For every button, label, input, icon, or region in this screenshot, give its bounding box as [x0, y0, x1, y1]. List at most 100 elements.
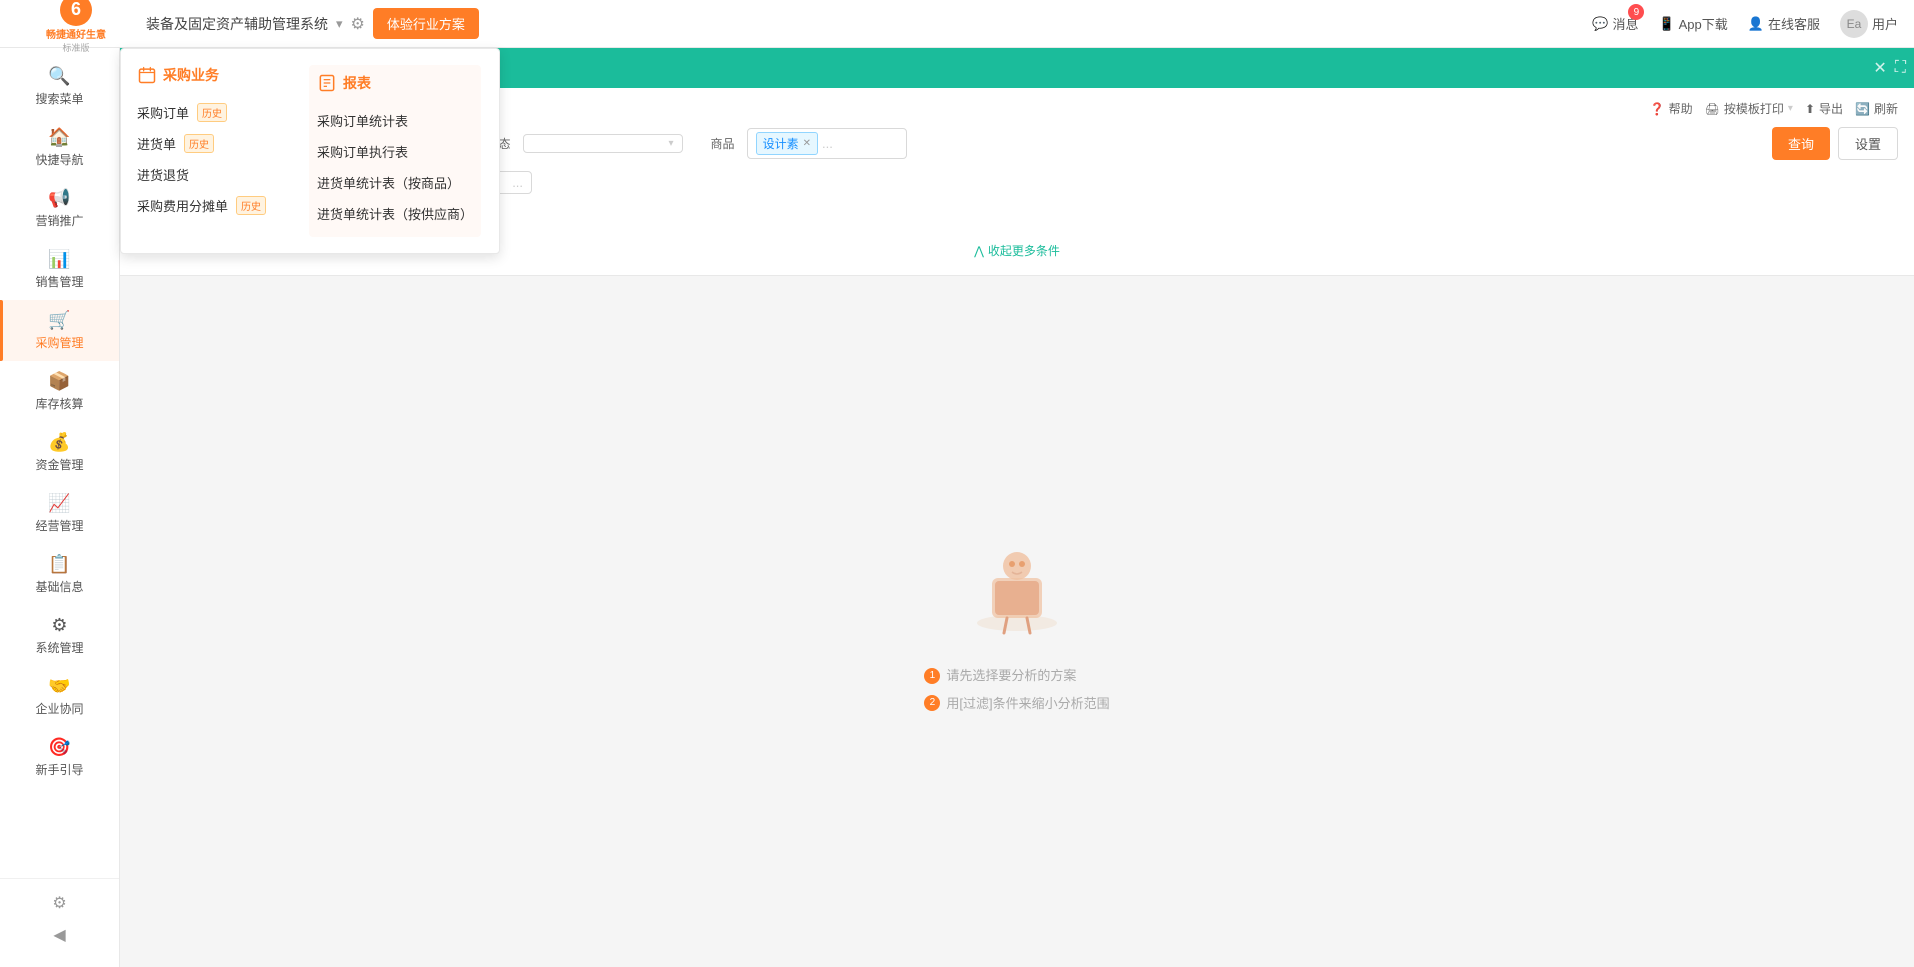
top-header: 6 畅捷通好生意 标准版 装备及固定资产辅助管理系统 ▾ ⚙ 体验行业方案 💬 …	[0, 0, 1914, 48]
print-dropdown-icon: ▾	[1788, 103, 1793, 114]
finance-icon: 💰	[48, 432, 70, 453]
system-dropdown-arrow[interactable]: ▾	[336, 16, 343, 32]
sales-icon: 📊	[48, 249, 70, 270]
doc-status-arrow: ▾	[669, 138, 674, 149]
sidebar-bottom: ⚙ ◀	[0, 878, 119, 959]
sidebar-item-purchase[interactable]: 🛒 采购管理	[0, 300, 119, 361]
message-icon: 💬	[1592, 16, 1608, 32]
logo-icon: 6	[60, 0, 92, 26]
purchase-section-title: 采购业务	[137, 65, 277, 85]
print-btn[interactable]: 🖨 按模板打印 ▾	[1705, 100, 1793, 117]
collapse-btn[interactable]: ⋀ 收起更多条件	[974, 238, 1060, 263]
history-tag-1: 历史	[184, 134, 214, 153]
settings-bottom-icon: ⚙	[52, 893, 66, 913]
purchase-icon: 🛒	[48, 310, 70, 331]
print-icon: 🖨	[1705, 102, 1720, 116]
help-label: 帮助	[1669, 100, 1693, 117]
settings-btn[interactable]: 设置	[1838, 127, 1898, 160]
purchase-order-item[interactable]: 采购订单 历史	[137, 97, 277, 128]
sidebar-item-guide[interactable]: 🎯 新手引导	[0, 727, 119, 788]
user-btn[interactable]: Ea 用户	[1840, 10, 1898, 38]
messages-btn[interactable]: 💬 消息 9	[1592, 14, 1638, 33]
service-icon: 👤	[1748, 16, 1764, 32]
help-icon: ❓	[1650, 102, 1665, 116]
user-label: 用户	[1872, 14, 1898, 33]
collapse-icon: ◀	[53, 925, 65, 945]
report-inbound-supplier-item[interactable]: 进货单统计表（按供应商）	[317, 198, 473, 229]
goods-select[interactable]: 设计素 ✕ ...	[747, 128, 907, 159]
app-download-label: App下载	[1679, 14, 1728, 33]
salesperson-more-dots[interactable]: ...	[512, 175, 523, 190]
sidebar-item-inventory[interactable]: 📦 库存核算	[0, 361, 119, 422]
sidebar-item-sales[interactable]: 📊 销售管理	[0, 239, 119, 300]
doc-status-select[interactable]: ▾	[523, 134, 683, 153]
sidebar-item-search[interactable]: 🔍 搜索菜单	[0, 56, 119, 117]
hint2: 用[过滤]条件来缩小分析范围	[946, 692, 1109, 715]
sidebar-item-quick-nav[interactable]: 🏠 快捷导航	[0, 117, 119, 178]
brand-subtitle: 标准版	[62, 41, 89, 54]
export-icon: ⬆	[1805, 102, 1815, 116]
search-icon: 🔍	[48, 66, 70, 87]
basic-info-icon: 📋	[48, 554, 70, 575]
system-title-text: 装备及固定资产辅助管理系统	[146, 14, 328, 34]
empty-illustration	[957, 528, 1077, 648]
reports-section-icon	[317, 73, 337, 93]
system-settings-icon[interactable]: ⚙	[351, 14, 365, 34]
history-tag-3: 历史	[236, 196, 266, 215]
sidebar-item-system[interactable]: ⚙ 系统管理	[0, 605, 119, 666]
system-title-area: 装备及固定资产辅助管理系统 ▾ ⚙ 体验行业方案	[146, 8, 1592, 39]
sidebar-item-basic-info[interactable]: 📋 基础信息	[0, 544, 119, 605]
guide-icon: 🎯	[48, 737, 70, 758]
system-icon: ⚙	[51, 615, 67, 636]
refresh-label: 刷新	[1874, 100, 1898, 117]
sidebar-settings-btn[interactable]: ⚙	[52, 887, 66, 919]
marketing-icon: 📢	[48, 188, 70, 209]
sidebar-item-enterprise[interactable]: 🤝 企业协同	[0, 666, 119, 727]
reports-section: 报表 采购订单统计表 采购订单执行表 进货单统计表（按商品） 进货单统计表（按供…	[309, 65, 481, 237]
enterprise-icon: 🤝	[48, 676, 70, 697]
hint1: 请先选择要分析的方案	[946, 664, 1076, 687]
messages-badge: 9	[1628, 4, 1644, 20]
purchase-section: 采购业务 采购订单 历史 进货单 历史 进货退货 采购费用分摊单 历史	[137, 65, 277, 237]
refresh-btn[interactable]: 🔄 刷新	[1855, 100, 1898, 117]
home-icon: 🏠	[48, 127, 70, 148]
sidebar-item-operations[interactable]: 📈 经营管理	[0, 483, 119, 544]
report-order-exec-item[interactable]: 采购订单执行表	[317, 136, 473, 167]
query-btns: 查询 设置	[1772, 127, 1898, 160]
purchase-section-icon	[137, 65, 157, 85]
brand-name: 畅捷通好生意	[46, 26, 106, 41]
online-service-btn[interactable]: 👤 在线客服	[1748, 14, 1820, 33]
sidebar-item-finance[interactable]: 💰 资金管理	[0, 422, 119, 483]
goods-label: 商品	[711, 135, 735, 152]
reports-section-title: 报表	[317, 73, 473, 93]
sidebar-item-marketing[interactable]: 📢 营销推广	[0, 178, 119, 239]
experience-btn[interactable]: 体验行业方案	[373, 8, 479, 39]
goods-more-dots[interactable]: ...	[822, 136, 833, 151]
inventory-icon: 📦	[48, 371, 70, 392]
empty-hint: 1 请先选择要分析的方案 2 用[过滤]条件来缩小分析范围	[924, 664, 1109, 715]
report-order-stats-item[interactable]: 采购订单统计表	[317, 105, 473, 136]
print-label: 按模板打印	[1724, 100, 1784, 117]
phone-icon: 📱	[1658, 16, 1674, 32]
header-right: 💬 消息 9 📱 App下载 👤 在线客服 Ea 用户	[1592, 10, 1898, 38]
help-btn[interactable]: ❓ 帮助	[1650, 100, 1693, 117]
tab-fullscreen-icon[interactable]: ⛶	[1895, 59, 1906, 77]
export-btn[interactable]: ⬆ 导出	[1805, 100, 1843, 117]
report-inbound-goods-item[interactable]: 进货单统计表（按商品）	[317, 167, 473, 198]
purchase-return-item[interactable]: 进货退货	[137, 159, 277, 190]
query-btn[interactable]: 查询	[1772, 127, 1830, 160]
collapse-up-icon: ⋀	[974, 244, 984, 258]
purchase-dropdown-menu: 采购业务 采购订单 历史 进货单 历史 进货退货 采购费用分摊单 历史 报表	[120, 48, 500, 254]
tab-bar-actions: ✕ ⛶	[1873, 58, 1906, 78]
export-label: 导出	[1819, 100, 1843, 117]
logo-area: 6 畅捷通好生意 标准版	[16, 0, 136, 54]
collapse-label: 收起更多条件	[988, 242, 1060, 259]
active-bar	[0, 300, 3, 361]
tab-close-all-icon[interactable]: ✕	[1873, 58, 1886, 78]
sidebar-collapse-btn[interactable]: ◀	[53, 919, 65, 951]
goods-tag-close[interactable]: ✕	[803, 138, 811, 149]
app-download-btn[interactable]: 📱 App下载	[1658, 14, 1727, 33]
online-service-label: 在线客服	[1768, 14, 1820, 33]
purchase-expense-item[interactable]: 采购费用分摊单 历史	[137, 190, 277, 221]
purchase-inbound-item[interactable]: 进货单 历史	[137, 128, 277, 159]
